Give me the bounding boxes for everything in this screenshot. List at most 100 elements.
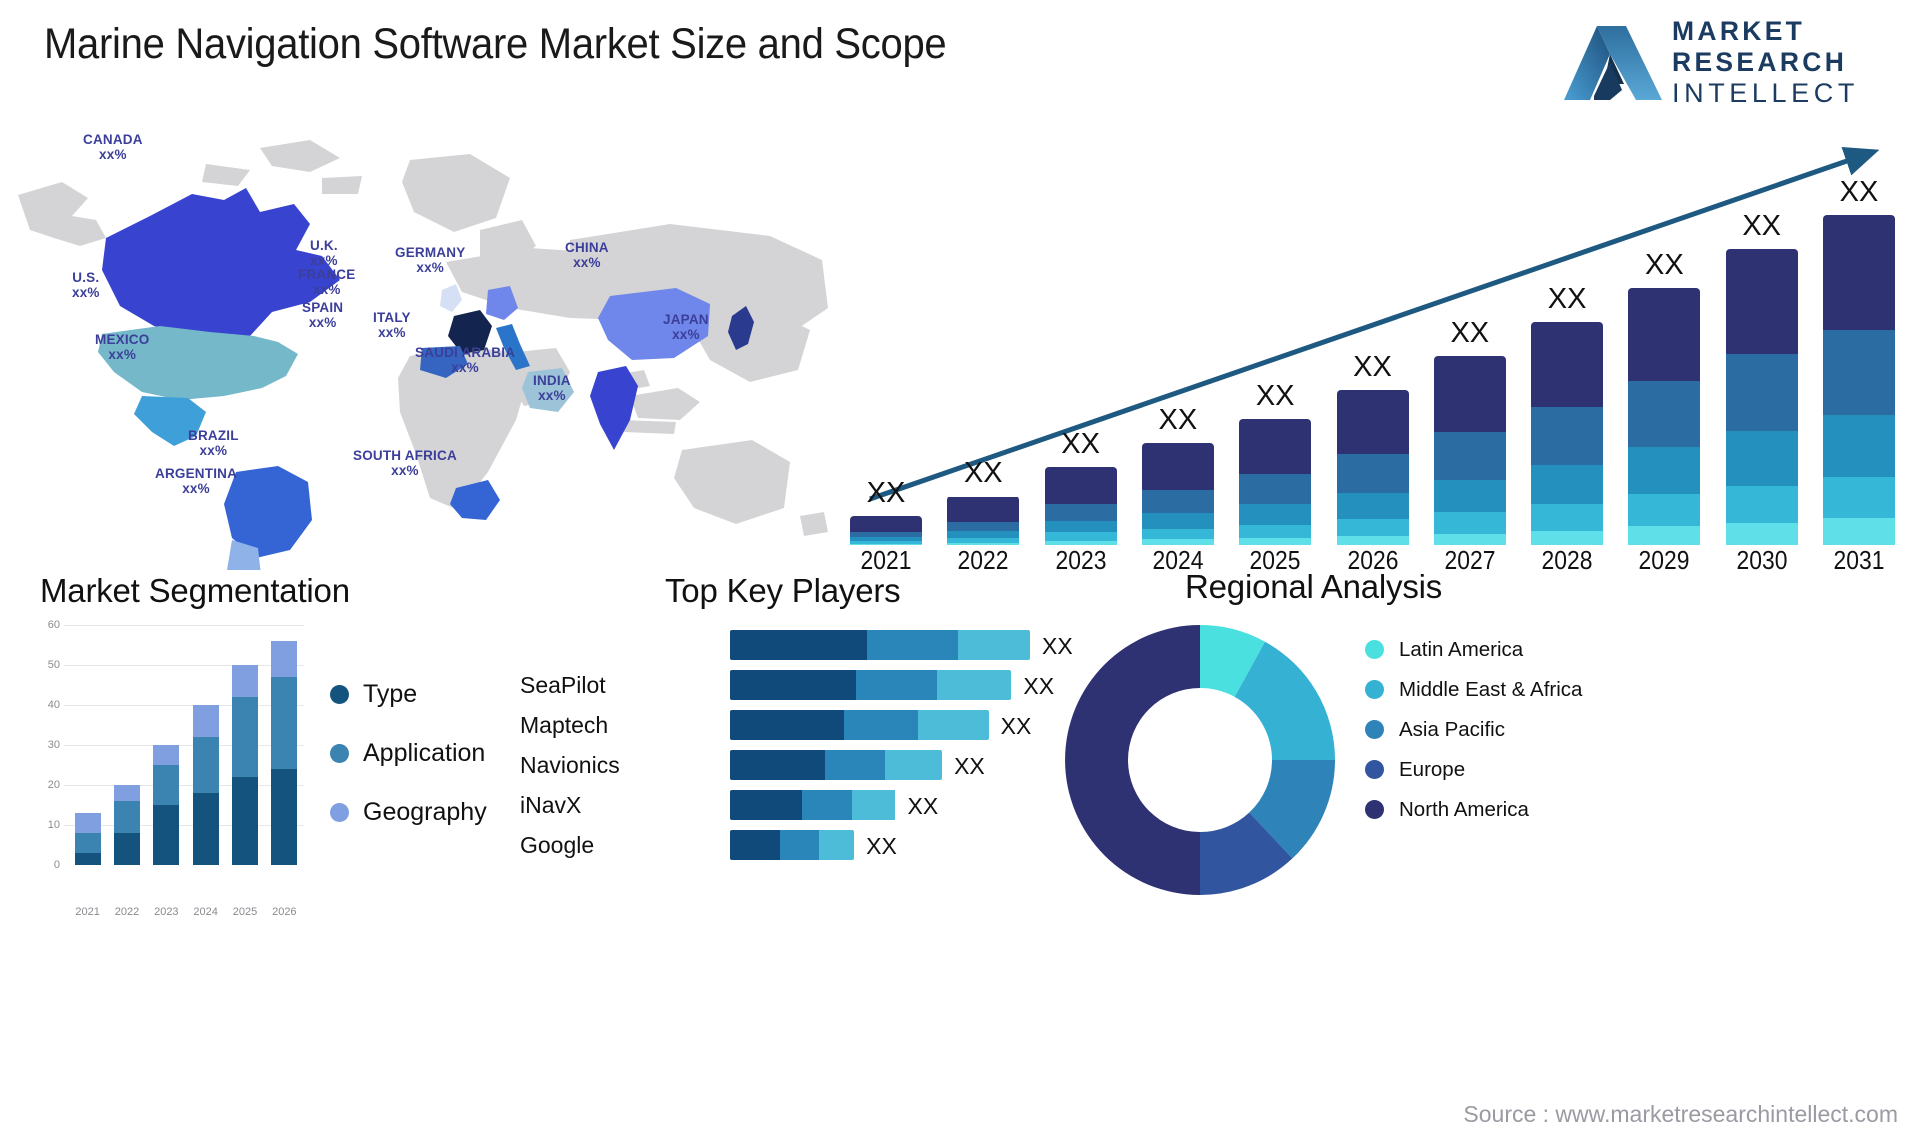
forecast-bar-segment <box>1725 485 1798 523</box>
forecast-year-label: 2023 <box>1055 545 1107 575</box>
seg-gridline <box>64 665 304 666</box>
seg-legend-label: Application <box>363 739 486 767</box>
seg-bar-segment-type <box>114 833 140 865</box>
map-label-us: U.S. xx% <box>72 270 100 300</box>
key-player-bar-segment <box>730 670 857 700</box>
regional-legend-label: Middle East & Africa <box>1399 678 1583 701</box>
forecast-bar-value: XX <box>1158 404 1198 437</box>
seg-bar-2025 <box>232 665 258 865</box>
key-player-bar-segment <box>918 710 989 740</box>
key-player-bar-segment <box>779 830 819 860</box>
forecast-bar-segment <box>1628 287 1701 382</box>
forecast-bar-segment <box>1141 528 1214 540</box>
key-player-value: XX <box>866 833 897 859</box>
regional-legend-item: Asia Pacific <box>1365 718 1582 741</box>
forecast-bar-2025 <box>1239 418 1312 545</box>
key-player-bar-segment <box>730 790 803 820</box>
map-label-india: INDIA xx% <box>533 373 571 403</box>
seg-bar-2021 <box>74 813 101 865</box>
seg-x-label: 2024 <box>193 906 218 918</box>
map-label-south-africa: SOUTH AFRICA xx% <box>353 448 457 478</box>
seg-bar-segment-geography <box>114 785 140 801</box>
forecast-bar-segment <box>1239 538 1312 545</box>
logo-line-intellect: INTELLECT <box>1672 78 1859 108</box>
forecast-year-label: 2030 <box>1736 545 1788 575</box>
forecast-bar-segment <box>1336 389 1409 454</box>
source-attribution: Source : www.marketresearchintellect.com <box>1463 1101 1898 1127</box>
regional-legend-item: Europe <box>1365 758 1582 781</box>
forecast-bar-segment <box>1725 522 1798 545</box>
regional-legend-item: Latin America <box>1365 638 1582 661</box>
seg-x-label: 2026 <box>272 906 297 918</box>
forecast-bar-segment <box>1628 525 1701 545</box>
key-player-bar-segment <box>730 630 867 660</box>
donut-slice-north-america <box>1065 625 1200 895</box>
forecast-bar-value: XX <box>1645 248 1684 281</box>
market-research-intellect-logo: MARKET RESEARCH INTELLECT <box>1564 14 1894 109</box>
forecast-bar-segment <box>1239 418 1312 475</box>
seg-legend-item-application: Application <box>330 739 487 768</box>
key-player-value: XX <box>1000 713 1032 739</box>
forecast-year-label: 2028 <box>1541 545 1593 575</box>
logo-line-market: MARKET <box>1672 16 1806 46</box>
seg-legend-dot-icon <box>330 744 349 763</box>
forecast-bar-value: XX <box>1839 176 1879 208</box>
forecast-bar-2023 <box>1044 467 1117 545</box>
forecast-bar-segment <box>1823 517 1895 545</box>
infographic-root: Marine Navigation Software Market Size a… <box>0 0 1920 1146</box>
key-player-bar <box>730 670 1012 700</box>
regional-legend: Latin America Middle East & Africa Asia Pa… <box>1365 638 1582 838</box>
seg-y-tick: 20 <box>47 779 60 791</box>
forecast-bar-segment <box>1239 504 1312 525</box>
seg-bar-segment-type <box>153 805 180 865</box>
key-player-bar-segment <box>856 670 937 700</box>
key-player-bar-segment <box>730 830 780 860</box>
key-player-bar-segment <box>885 750 943 780</box>
key-player-value: XX <box>954 753 985 779</box>
seg-x-label: 2022 <box>114 906 140 918</box>
logo-wordmark: MARKET RESEARCH INTELLECT <box>1672 16 1859 109</box>
seg-legend-label: Type <box>363 680 418 708</box>
forecast-bar-segment <box>1433 432 1506 480</box>
forecast-bar-segment <box>1628 493 1701 526</box>
seg-bar-segment-type <box>271 769 298 865</box>
forecast-bar-segment <box>1336 492 1409 519</box>
map-label-china: CHINA xx% <box>565 240 609 270</box>
key-player-name-maptech: Maptech <box>520 712 609 738</box>
forecast-bar-segment <box>1141 513 1214 529</box>
key-players-title: Top Key Players <box>665 572 901 609</box>
key-player-bar-segment <box>825 750 886 780</box>
regional-legend-dot-icon <box>1365 640 1384 659</box>
key-player-bar-segment <box>818 830 855 860</box>
forecast-bar-segment <box>1044 532 1117 542</box>
seg-legend-label: Geography <box>363 798 487 826</box>
forecast-bar-segment <box>1239 474 1312 505</box>
seg-bar-segment-geography <box>192 705 219 737</box>
forecast-bar-value: XX <box>1255 379 1295 412</box>
regional-analysis-title: Regional Analysis <box>1185 568 1443 605</box>
key-player-bar-segment <box>843 710 919 740</box>
market-segmentation-chart: 0 10 20 30 40 50 60 2021 2022 2023 2024 2025 2026 <box>34 619 304 918</box>
forecast-bar-value: XX <box>1742 209 1782 242</box>
seg-y-tick: 60 <box>47 619 60 631</box>
market-segmentation-legend: Type Application Geography <box>330 680 487 857</box>
seg-y-tick: 10 <box>47 819 60 831</box>
forecast-bar-segment <box>1823 215 1895 330</box>
forecast-bar-segment <box>1823 329 1895 415</box>
seg-bar-2024 <box>192 705 219 865</box>
forecast-bar-value: XX <box>1061 428 1100 461</box>
forecast-bar-segment <box>1628 381 1701 447</box>
regional-legend-dot-icon <box>1365 720 1384 739</box>
key-player-bar <box>730 830 855 860</box>
regional-legend-item: Middle East & Africa <box>1365 678 1582 701</box>
market-segmentation-title: Market Segmentation <box>40 572 350 609</box>
page-title: Marine Navigation Software Market Size a… <box>44 20 947 68</box>
key-player-bar-segment <box>866 630 958 660</box>
seg-bar-segment-geography <box>232 665 258 697</box>
regional-legend-label: Latin America <box>1399 638 1524 661</box>
forecast-bar-segment <box>947 521 1020 532</box>
map-label-brazil: BRAZIL xx% <box>188 428 239 458</box>
regional-legend-label: Europe <box>1399 758 1466 781</box>
forecast-bar-segment <box>1433 534 1506 545</box>
logo-mountain-mark <box>1564 26 1662 100</box>
